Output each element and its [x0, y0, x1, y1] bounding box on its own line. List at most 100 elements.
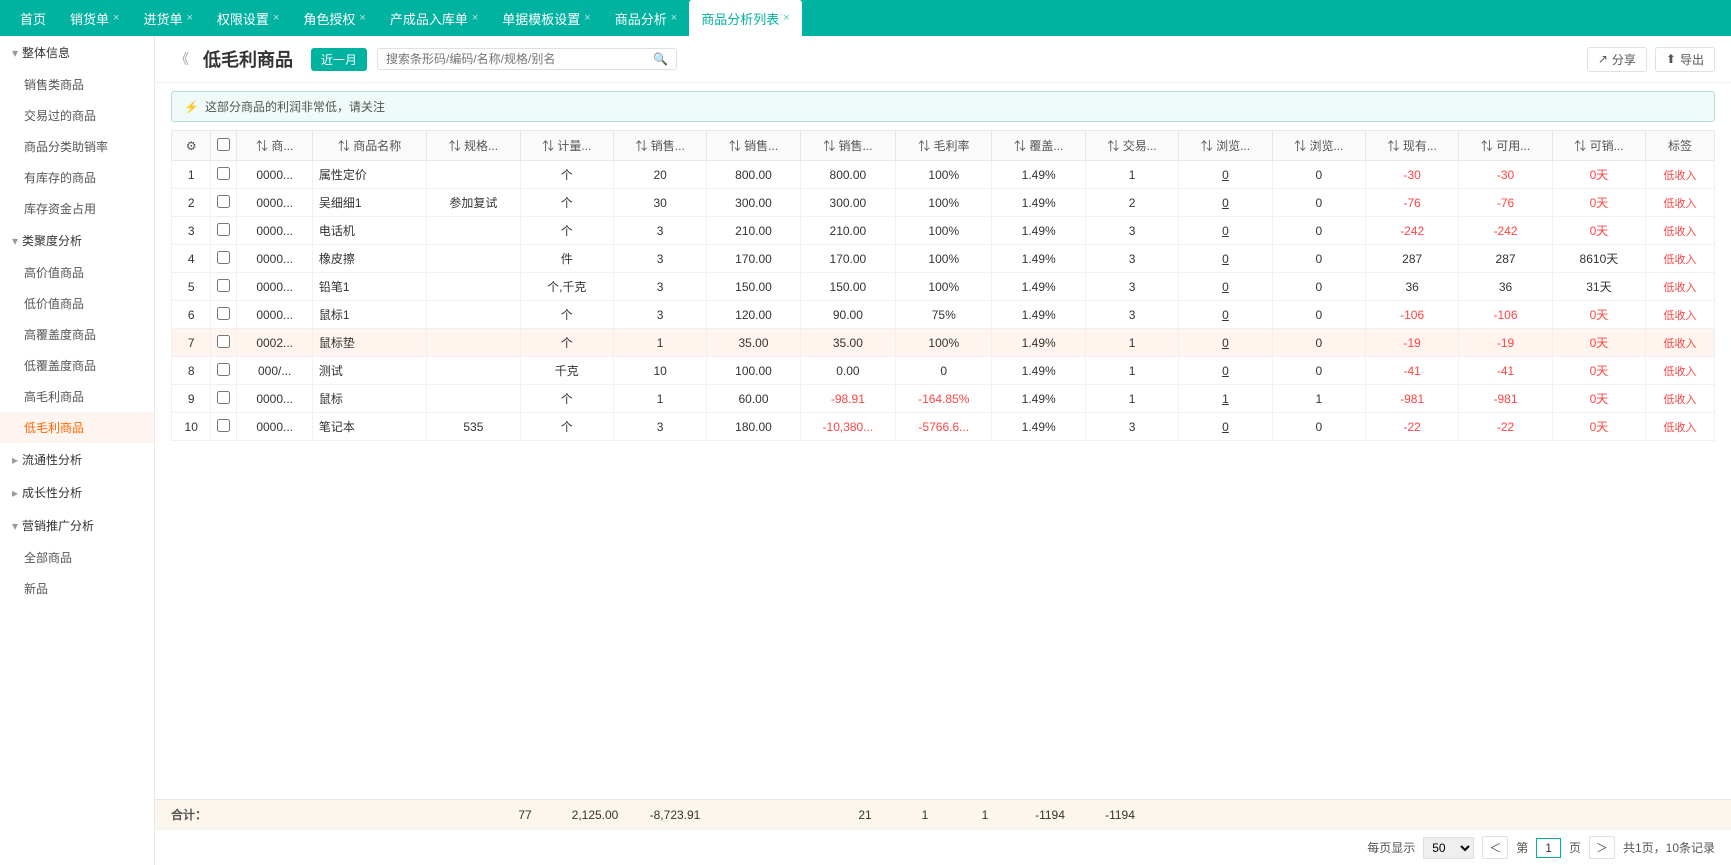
- sidebar-item-low-margin[interactable]: 低毛利商品: [0, 412, 154, 443]
- nav-home[interactable]: 首页: [8, 0, 58, 36]
- td-coverage: 1.49%: [992, 413, 1085, 441]
- td-trades: 1: [1085, 161, 1178, 189]
- nav-permissions[interactable]: 权限设置 ×: [205, 0, 291, 36]
- sidebar-item-low-value[interactable]: 低价值商品: [0, 288, 154, 319]
- th-code[interactable]: ⇅ 商...: [237, 131, 312, 161]
- th-spec[interactable]: ⇅ 规格...: [427, 131, 520, 161]
- close-sales-icon[interactable]: ×: [113, 12, 119, 24]
- th-sales2[interactable]: ⇅ 销售...: [707, 131, 800, 161]
- td-browse1[interactable]: 0: [1179, 161, 1272, 189]
- td-checkbox[interactable]: [211, 273, 237, 301]
- td-browse1[interactable]: 0: [1179, 329, 1272, 357]
- td-browse1[interactable]: 0: [1179, 273, 1272, 301]
- sidebar-item-high-value[interactable]: 高价值商品: [0, 257, 154, 288]
- prev-page-button[interactable]: ＜: [1482, 836, 1508, 859]
- th-trades[interactable]: ⇅ 交易...: [1085, 131, 1178, 161]
- row-checkbox[interactable]: [217, 195, 230, 208]
- td-browse1[interactable]: 0: [1179, 189, 1272, 217]
- row-checkbox[interactable]: [217, 223, 230, 236]
- nav-product-analysis-list[interactable]: 商品分析列表 ×: [689, 0, 801, 36]
- search-input[interactable]: [386, 52, 649, 66]
- search-icon[interactable]: 🔍: [653, 52, 668, 66]
- nav-product-analysis[interactable]: 商品分析 ×: [603, 0, 689, 36]
- close-roles-icon[interactable]: ×: [359, 12, 365, 24]
- th-available[interactable]: ⇅ 可用...: [1459, 131, 1552, 161]
- sidebar-group-growth-title[interactable]: ▸ 成长性分析: [0, 476, 154, 509]
- td-sales2: 210.00: [707, 217, 800, 245]
- td-browse1[interactable]: 0: [1179, 413, 1272, 441]
- row-checkbox[interactable]: [217, 307, 230, 320]
- th-sales1[interactable]: ⇅ 销售...: [613, 131, 706, 161]
- export-button[interactable]: ⬆ 导出: [1655, 47, 1715, 72]
- sidebar-item-inventory-capital[interactable]: 库存资金占用: [0, 193, 154, 224]
- td-browse1[interactable]: 0: [1179, 245, 1272, 273]
- nav-roles[interactable]: 角色授权 ×: [291, 0, 377, 36]
- th-sales3[interactable]: ⇅ 销售...: [800, 131, 895, 161]
- sidebar-group-flow-title[interactable]: ▸ 流通性分析: [0, 443, 154, 476]
- td-checkbox[interactable]: [211, 357, 237, 385]
- row-checkbox[interactable]: [217, 419, 230, 432]
- td-checkbox[interactable]: [211, 189, 237, 217]
- sidebar-item-inventory-products[interactable]: 有库存的商品: [0, 162, 154, 193]
- row-checkbox[interactable]: [217, 391, 230, 404]
- close-purchase-icon[interactable]: ×: [186, 12, 192, 24]
- sidebar-item-low-coverage[interactable]: 低覆盖度商品: [0, 350, 154, 381]
- th-gross-rate[interactable]: ⇅ 毛利率: [896, 131, 992, 161]
- period-button[interactable]: 近一月: [311, 48, 367, 71]
- th-settings[interactable]: ⚙: [172, 131, 211, 161]
- row-checkbox[interactable]: [217, 335, 230, 348]
- th-browse1[interactable]: ⇅ 浏览...: [1179, 131, 1272, 161]
- td-tag: 低收入: [1646, 329, 1715, 357]
- sidebar-group-overall-title[interactable]: ▾ 整体信息: [0, 36, 154, 69]
- td-browse1[interactable]: 0: [1179, 301, 1272, 329]
- row-checkbox[interactable]: [217, 279, 230, 292]
- sidebar-collapse-button[interactable]: 《: [171, 49, 193, 69]
- nav-products-in[interactable]: 产成品入库单 ×: [378, 0, 490, 36]
- sidebar-item-traded-products[interactable]: 交易过的商品: [0, 100, 154, 131]
- td-checkbox[interactable]: [211, 329, 237, 357]
- td-browse1[interactable]: 0: [1179, 357, 1272, 385]
- sidebar-item-category-rate[interactable]: 商品分类助销率: [0, 131, 154, 162]
- row-checkbox[interactable]: [217, 251, 230, 264]
- th-tag[interactable]: 标签: [1646, 131, 1715, 161]
- td-unit: 个,千克: [520, 273, 613, 301]
- next-page-button[interactable]: ＞: [1589, 836, 1615, 859]
- td-index: 1: [172, 161, 211, 189]
- td-browse1[interactable]: 0: [1179, 217, 1272, 245]
- td-checkbox[interactable]: [211, 413, 237, 441]
- nav-sales[interactable]: 销货单 ×: [58, 0, 131, 36]
- th-name[interactable]: ⇅ 商品名称: [312, 131, 426, 161]
- select-all-checkbox[interactable]: [217, 138, 230, 151]
- th-browse2[interactable]: ⇅ 浏览...: [1272, 131, 1365, 161]
- row-checkbox[interactable]: [217, 167, 230, 180]
- nav-purchase[interactable]: 进货单 ×: [131, 0, 204, 36]
- td-checkbox[interactable]: [211, 301, 237, 329]
- th-saleable[interactable]: ⇅ 可销...: [1552, 131, 1645, 161]
- td-tag: 低收入: [1646, 217, 1715, 245]
- td-browse1[interactable]: 1: [1179, 385, 1272, 413]
- per-page-select[interactable]: 50 20 100: [1423, 837, 1474, 859]
- th-unit[interactable]: ⇅ 计量...: [520, 131, 613, 161]
- close-product-analysis-list-icon[interactable]: ×: [783, 12, 789, 24]
- sidebar-group-marketing-title[interactable]: ▾ 营销推广分析: [0, 509, 154, 542]
- th-coverage[interactable]: ⇅ 覆盖...: [992, 131, 1085, 161]
- sidebar-item-sales-products[interactable]: 销售类商品: [0, 69, 154, 100]
- close-products-in-icon[interactable]: ×: [472, 12, 478, 24]
- td-checkbox[interactable]: [211, 245, 237, 273]
- sidebar-item-high-coverage[interactable]: 高覆盖度商品: [0, 319, 154, 350]
- row-checkbox[interactable]: [217, 363, 230, 376]
- td-saleable: 0天: [1552, 413, 1645, 441]
- close-permissions-icon[interactable]: ×: [273, 12, 279, 24]
- close-templates-icon[interactable]: ×: [584, 12, 590, 24]
- share-button[interactable]: ↗ 分享: [1587, 47, 1647, 72]
- td-checkbox[interactable]: [211, 217, 237, 245]
- sidebar-group-cluster-title[interactable]: ▾ 类聚度分析: [0, 224, 154, 257]
- sidebar-item-high-margin[interactable]: 高毛利商品: [0, 381, 154, 412]
- td-checkbox[interactable]: [211, 385, 237, 413]
- th-current[interactable]: ⇅ 现有...: [1365, 131, 1458, 161]
- sidebar-item-new-products[interactable]: 新品: [0, 573, 154, 604]
- nav-templates[interactable]: 单据模板设置 ×: [490, 0, 602, 36]
- close-product-analysis-icon[interactable]: ×: [671, 12, 677, 24]
- td-checkbox[interactable]: [211, 161, 237, 189]
- sidebar-item-all-products[interactable]: 全部商品: [0, 542, 154, 573]
